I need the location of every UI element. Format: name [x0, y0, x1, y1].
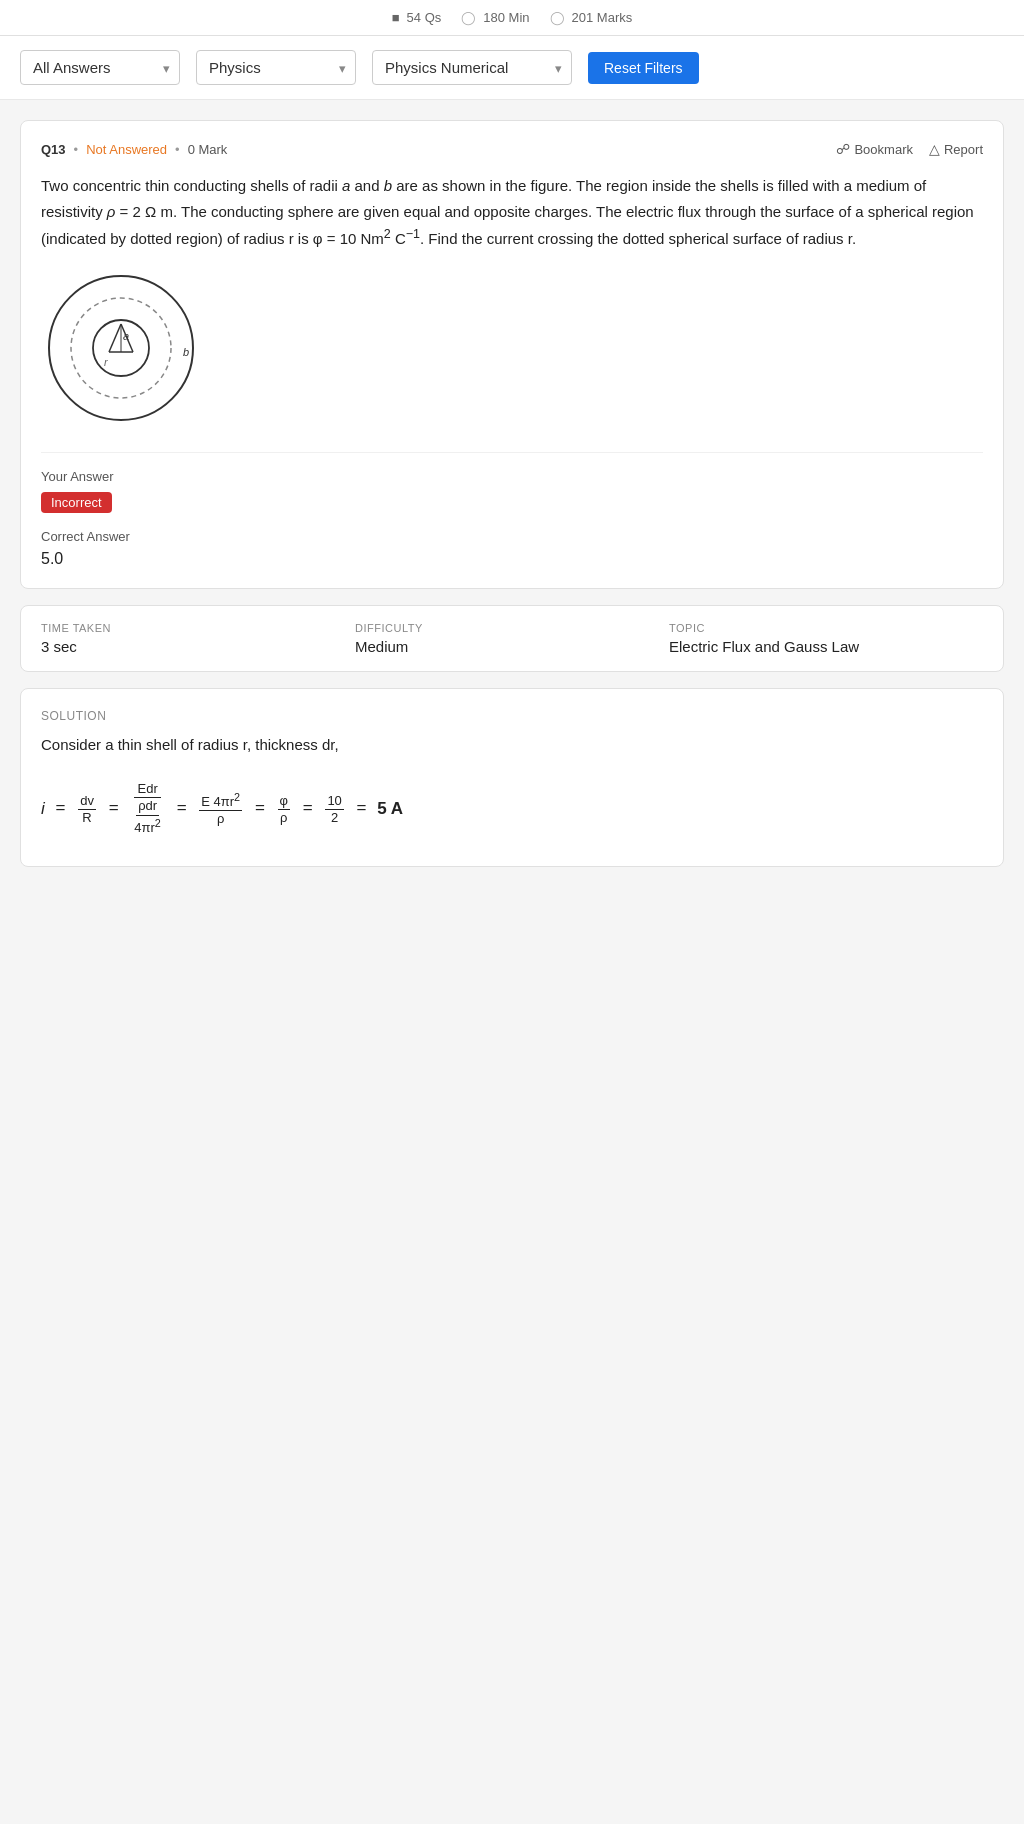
- main-content: Q13 • Not Answered • 0 Mark ☍ Bookmark △…: [0, 100, 1024, 887]
- physics-dropdown[interactable]: Physics: [196, 50, 356, 85]
- report-icon: △: [929, 141, 940, 157]
- difficulty-value: Medium: [355, 638, 669, 655]
- meta-dot2: •: [175, 142, 180, 157]
- question-meta-right: ☍ Bookmark △ Report: [836, 141, 983, 157]
- correct-answer-label: Correct Answer: [41, 529, 983, 544]
- solution-section: SOLUTION Consider a thin shell of radius…: [20, 688, 1004, 867]
- solution-text: Consider a thin shell of radius r, thick…: [41, 733, 983, 757]
- svg-line-6: [109, 324, 121, 352]
- time-taken-value: 3 sec: [41, 638, 355, 655]
- stat-topic: TOPIC Electric Flux and Gauss Law: [669, 622, 983, 655]
- fraction-dv-r: dv R: [78, 793, 96, 825]
- question-meta-left: Q13 • Not Answered • 0 Mark: [41, 142, 227, 157]
- report-button[interactable]: △ Report: [929, 141, 983, 157]
- all-answers-select[interactable]: All Answers: [20, 50, 180, 85]
- time-taken-label: TIME TAKEN: [41, 622, 355, 634]
- physics-select[interactable]: Physics: [196, 50, 356, 85]
- bookmark-button[interactable]: ☍ Bookmark: [836, 141, 913, 157]
- fraction-edr: Edr ρdr 4πr2: [131, 781, 164, 838]
- stat-time-taken: TIME TAKEN 3 sec: [41, 622, 355, 655]
- correct-answer-value: 5.0: [41, 550, 983, 568]
- svg-text:r: r: [104, 356, 109, 368]
- fraction-10-2: 10 2: [325, 793, 343, 825]
- diagram-container: a r b: [41, 268, 983, 428]
- incorrect-badge: Incorrect: [41, 492, 112, 513]
- marks-info: ◯ 201 Marks: [550, 10, 633, 25]
- question-status: Not Answered: [86, 142, 167, 157]
- filters-row: All Answers Physics Physics Numerical Re…: [0, 36, 1024, 100]
- physics-numerical-select[interactable]: Physics Numerical: [372, 50, 572, 85]
- question-mark: 0 Mark: [188, 142, 228, 157]
- top-bar: ■ 54 Qs ◯ 180 Min ◯ 201 Marks: [0, 0, 1024, 36]
- fraction-phi-rho: φ ρ: [278, 793, 290, 825]
- question-number: Q13: [41, 142, 66, 157]
- report-label: Report: [944, 142, 983, 157]
- your-answer-label: Your Answer: [41, 469, 983, 484]
- topic-label: TOPIC: [669, 622, 983, 634]
- solution-label: SOLUTION: [41, 709, 983, 723]
- all-answers-dropdown[interactable]: All Answers: [20, 50, 180, 85]
- qs-count: ■ 54 Qs: [392, 10, 442, 25]
- question-text: Two concentric thin conducting shells of…: [41, 173, 983, 252]
- reset-filters-button[interactable]: Reset Filters: [588, 52, 699, 84]
- physics-numerical-dropdown[interactable]: Physics Numerical: [372, 50, 572, 85]
- fraction-e4pi: E 4πr2 ρ: [199, 791, 242, 827]
- correct-answer-section: Correct Answer 5.0: [41, 529, 983, 568]
- bookmark-label: Bookmark: [854, 142, 913, 157]
- topic-value: Electric Flux and Gauss Law: [669, 638, 983, 655]
- difficulty-label: DIFFICULTY: [355, 622, 669, 634]
- bookmark-icon: ☍: [836, 141, 850, 157]
- math-formula: i = dv R = Edr ρdr 4πr2 = E 4πr2 ρ: [41, 773, 983, 846]
- question-meta: Q13 • Not Answered • 0 Mark ☍ Bookmark △…: [41, 141, 983, 157]
- stat-difficulty: DIFFICULTY Medium: [355, 622, 669, 655]
- meta-dot1: •: [74, 142, 79, 157]
- svg-text:b: b: [183, 346, 189, 358]
- time-info: ◯ 180 Min: [461, 10, 529, 25]
- stats-row: TIME TAKEN 3 sec DIFFICULTY Medium TOPIC…: [20, 605, 1004, 672]
- concentric-shells-diagram: a r b: [41, 268, 201, 428]
- question-card: Q13 • Not Answered • 0 Mark ☍ Bookmark △…: [20, 120, 1004, 589]
- answer-section: Your Answer Incorrect Correct Answer 5.0: [41, 452, 983, 568]
